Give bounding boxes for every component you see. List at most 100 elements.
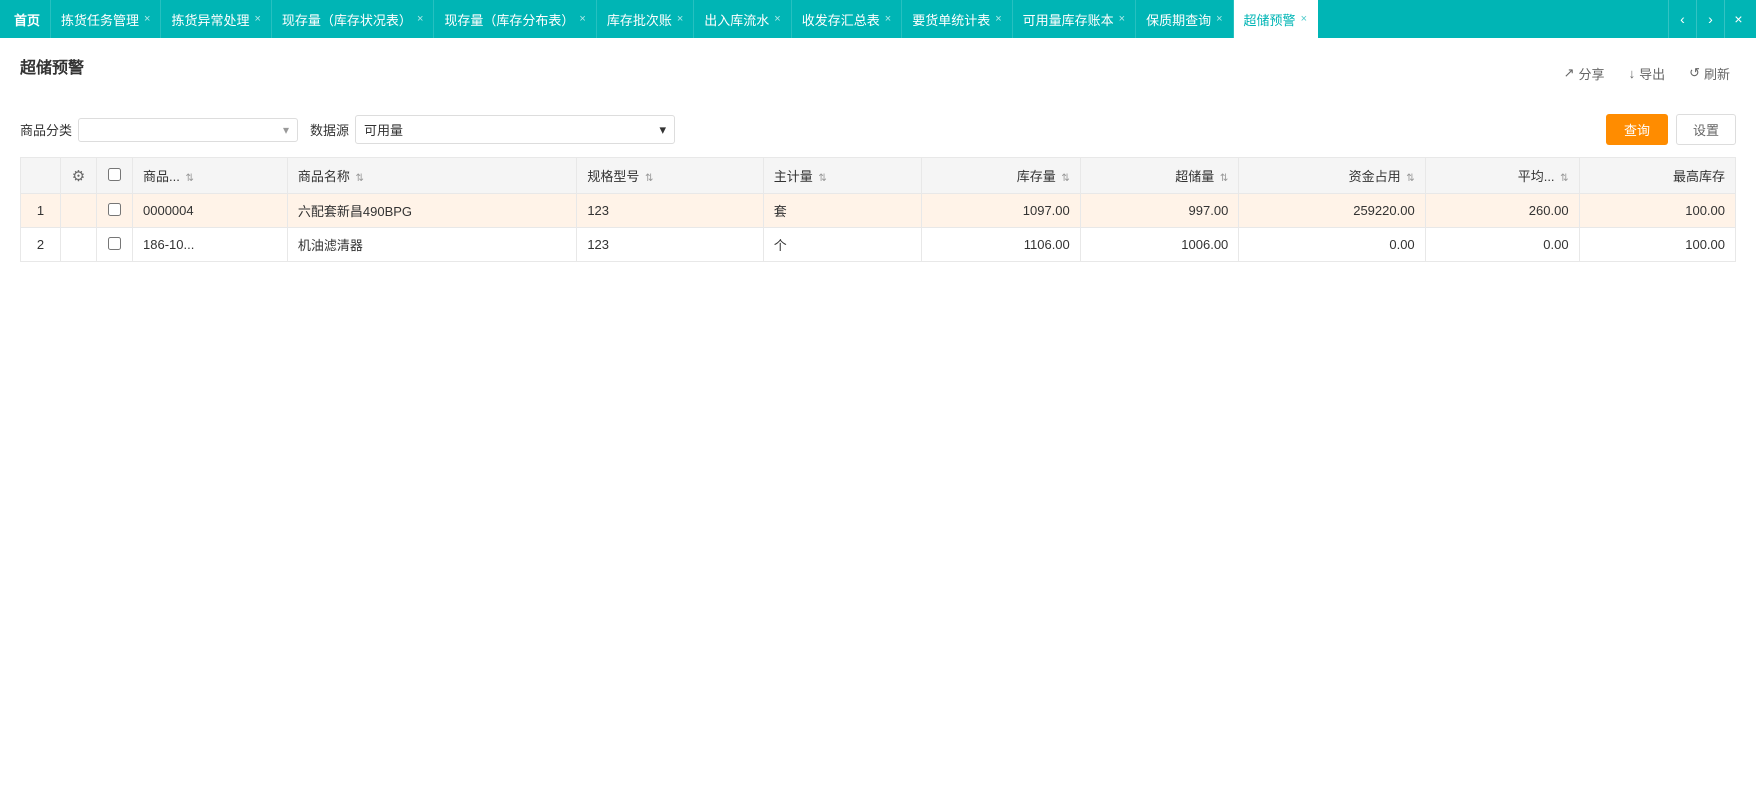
- table-body: 1 0000004 六配套新昌490BPG 123 套 1097.00 997.…: [21, 194, 1736, 262]
- nav-tab-1[interactable]: 拣货任务管理 ×: [51, 0, 161, 38]
- nav-tab-7[interactable]: 收发存汇总表 ×: [792, 0, 902, 38]
- page-content: 超储预警 ↗ 分享 ↓ 导出 ↺ 刷新 商品分类 ▾ 数据源: [0, 38, 1756, 278]
- col-capital[interactable]: 资金占用 ⇅: [1239, 158, 1425, 194]
- col-stock[interactable]: 库存量 ⇅: [922, 158, 1081, 194]
- header-row: 超储预警 ↗ 分享 ↓ 导出 ↺ 刷新: [20, 54, 1736, 92]
- row-avg-1: 0.00: [1425, 228, 1579, 262]
- settings-button[interactable]: 设置: [1676, 114, 1736, 145]
- row-unit-0: 套: [763, 194, 922, 228]
- close-tab-2-icon[interactable]: ×: [254, 13, 260, 25]
- close-tab-8-icon[interactable]: ×: [995, 13, 1001, 25]
- col-avg[interactable]: 平均... ⇅: [1425, 158, 1579, 194]
- row-checkbox-0[interactable]: [97, 194, 133, 228]
- col-product-name[interactable]: 商品名称 ⇅: [287, 158, 576, 194]
- row-product-code-0: 0000004: [133, 194, 288, 228]
- select-all-checkbox[interactable]: [108, 168, 121, 181]
- nav-tab-5[interactable]: 库存批次账 ×: [597, 0, 694, 38]
- col-checkbox[interactable]: [97, 158, 133, 194]
- col-product-code[interactable]: 商品... ⇅: [133, 158, 288, 194]
- nav-tab-10[interactable]: 保质期查询 ×: [1136, 0, 1233, 38]
- col-gear[interactable]: ⚙: [61, 158, 97, 194]
- data-source-label: 数据源: [310, 120, 349, 139]
- export-icon: ↓: [1629, 66, 1636, 81]
- header-actions: ↗ 分享 ↓ 导出 ↺ 刷新: [1558, 62, 1736, 85]
- row-product-code-1: 186-10...: [133, 228, 288, 262]
- product-category-filter: 商品分类 ▾: [20, 118, 298, 142]
- sort-icon-unit: ⇅: [818, 173, 826, 184]
- nav-tab-3[interactable]: 现存量（库存状况表） ×: [272, 0, 434, 38]
- nav-tab-4[interactable]: 现存量（库存分布表） ×: [434, 0, 596, 38]
- data-source-filter: 数据源 可用量 ▾: [310, 115, 675, 144]
- sort-icon-name: ⇅: [356, 173, 364, 184]
- refresh-button[interactable]: ↺ 刷新: [1683, 62, 1736, 85]
- row-max-stock-1: 100.00: [1579, 228, 1735, 262]
- row-max-stock-0: 100.00: [1579, 194, 1735, 228]
- export-button[interactable]: ↓ 导出: [1623, 62, 1672, 85]
- query-button[interactable]: 查询: [1606, 114, 1668, 145]
- nav-arrow-right[interactable]: ›: [1696, 0, 1724, 38]
- share-icon: ↗: [1564, 65, 1575, 81]
- close-tab-5-icon[interactable]: ×: [677, 13, 683, 25]
- nav-bar: 首页 拣货任务管理 × 拣货异常处理 × 现存量（库存状况表） × 现存量（库存…: [0, 0, 1756, 38]
- col-overflow[interactable]: 超储量 ⇅: [1080, 158, 1239, 194]
- data-source-select[interactable]: 可用量 ▾: [355, 115, 675, 144]
- gear-icon[interactable]: ⚙: [72, 168, 85, 185]
- table-row[interactable]: 1 0000004 六配套新昌490BPG 123 套 1097.00 997.…: [21, 194, 1736, 228]
- filter-buttons: 查询 设置: [1606, 114, 1736, 145]
- sort-icon-spec: ⇅: [645, 173, 653, 184]
- sort-icon-overflow: ⇅: [1220, 173, 1228, 184]
- row-spec-0: 123: [577, 194, 763, 228]
- filter-row: 商品分类 ▾ 数据源 可用量 ▾ 查询 设置: [20, 106, 1736, 157]
- close-tab-11-icon[interactable]: ×: [1301, 13, 1307, 25]
- row-avg-0: 260.00: [1425, 194, 1579, 228]
- product-category-label: 商品分类: [20, 120, 72, 139]
- row-unit-1: 个: [763, 228, 922, 262]
- row-overflow-0: 997.00: [1080, 194, 1239, 228]
- nav-home[interactable]: 首页: [4, 0, 51, 38]
- row-gear-0: [61, 194, 97, 228]
- data-source-value: 可用量: [364, 120, 403, 139]
- close-tab-3-icon[interactable]: ×: [417, 13, 423, 25]
- nav-tab-6[interactable]: 出入库流水 ×: [694, 0, 791, 38]
- row-stock-0: 1097.00: [922, 194, 1081, 228]
- nav-tab-11[interactable]: 超储预警 ×: [1234, 0, 1318, 38]
- row-product-name-1: 机油滤清器: [287, 228, 576, 262]
- row-capital-1: 0.00: [1239, 228, 1425, 262]
- col-unit[interactable]: 主计量 ⇅: [763, 158, 922, 194]
- row-stock-1: 1106.00: [922, 228, 1081, 262]
- row-overflow-1: 1006.00: [1080, 228, 1239, 262]
- page-title: 超储预警: [20, 54, 84, 78]
- sort-icon-code: ⇅: [185, 173, 193, 184]
- datasource-chevron-icon: ▾: [660, 122, 667, 138]
- nav-tab-9[interactable]: 可用量库存账本 ×: [1013, 0, 1136, 38]
- col-max-stock[interactable]: 最高库存: [1579, 158, 1735, 194]
- close-tab-10-icon[interactable]: ×: [1216, 13, 1222, 25]
- product-category-select[interactable]: ▾: [78, 118, 298, 142]
- row-product-name-0: 六配套新昌490BPG: [287, 194, 576, 228]
- close-tab-7-icon[interactable]: ×: [885, 13, 891, 25]
- nav-arrow-left[interactable]: ‹: [1668, 0, 1696, 38]
- category-chevron-icon: ▾: [283, 123, 289, 137]
- row-checkbox-1[interactable]: [97, 228, 133, 262]
- row-capital-0: 259220.00: [1239, 194, 1425, 228]
- row-num-0: 1: [21, 194, 61, 228]
- row-spec-1: 123: [577, 228, 763, 262]
- close-tab-4-icon[interactable]: ×: [579, 13, 585, 25]
- close-tab-1-icon[interactable]: ×: [144, 13, 150, 25]
- col-spec[interactable]: 规格型号 ⇅: [577, 158, 763, 194]
- nav-arrow-close[interactable]: ×: [1724, 0, 1752, 38]
- close-tab-9-icon[interactable]: ×: [1119, 13, 1125, 25]
- close-tab-6-icon[interactable]: ×: [774, 13, 780, 25]
- sort-icon-avg: ⇅: [1560, 173, 1568, 184]
- share-button[interactable]: ↗ 分享: [1558, 62, 1611, 85]
- col-row-num: [21, 158, 61, 194]
- refresh-icon: ↺: [1689, 65, 1700, 81]
- row-gear-1: [61, 228, 97, 262]
- data-table: ⚙ 商品... ⇅ 商品名称 ⇅ 规格型号 ⇅ 主计量: [20, 157, 1736, 262]
- nav-tab-8[interactable]: 要货单统计表 ×: [902, 0, 1012, 38]
- sort-icon-stock: ⇅: [1061, 173, 1069, 184]
- nav-arrows: ‹ › ×: [1668, 0, 1752, 38]
- sort-icon-capital: ⇅: [1406, 173, 1414, 184]
- table-row[interactable]: 2 186-10... 机油滤清器 123 个 1106.00 1006.00 …: [21, 228, 1736, 262]
- nav-tab-2[interactable]: 拣货异常处理 ×: [161, 0, 271, 38]
